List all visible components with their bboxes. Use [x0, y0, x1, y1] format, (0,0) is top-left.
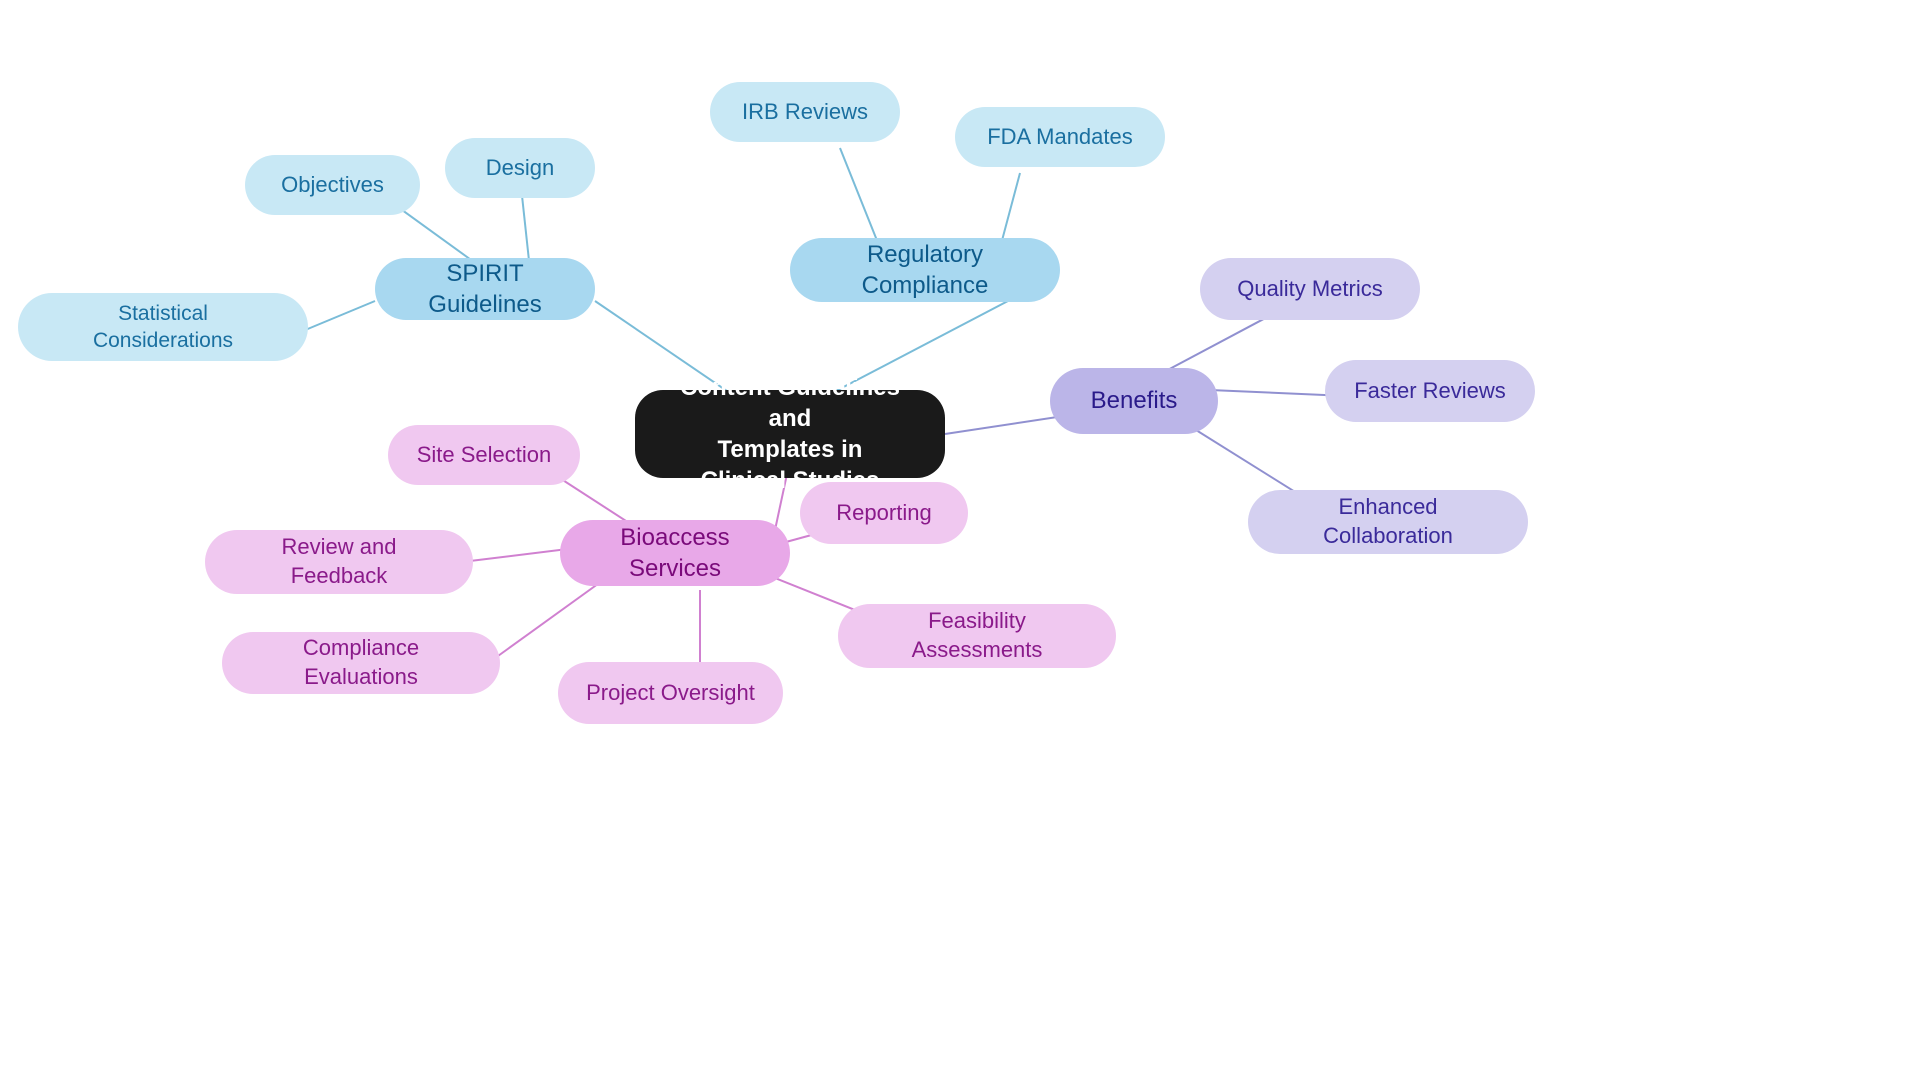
fda-mandates-label: FDA Mandates: [987, 123, 1133, 152]
center-node[interactable]: Content Guidelines and Templates in Clin…: [635, 390, 945, 478]
compliance-evaluations-node[interactable]: Compliance Evaluations: [222, 632, 500, 694]
objectives-label: Objectives: [281, 171, 384, 200]
design-label: Design: [486, 154, 554, 183]
enhanced-collaboration-node[interactable]: Enhanced Collaboration: [1248, 490, 1528, 554]
quality-metrics-label: Quality Metrics: [1237, 275, 1382, 304]
regulatory-compliance-label: Regulatory Compliance: [818, 239, 1032, 301]
review-and-feedback-label: Review and Feedback: [233, 533, 445, 590]
objectives-node[interactable]: Objectives: [245, 155, 420, 215]
benefits-label: Benefits: [1091, 385, 1178, 416]
statistical-considerations-label: Statistical Considerations: [46, 300, 280, 355]
site-selection-label: Site Selection: [417, 441, 552, 470]
spirit-guidelines-node[interactable]: SPIRIT Guidelines: [375, 258, 595, 320]
feasibility-assessments-node[interactable]: Feasibility Assessments: [838, 604, 1116, 668]
center-label: Content Guidelines and Templates in Clin…: [675, 372, 905, 497]
review-and-feedback-node[interactable]: Review and Feedback: [205, 530, 473, 594]
enhanced-collaboration-label: Enhanced Collaboration: [1276, 493, 1500, 550]
compliance-evaluations-label: Compliance Evaluations: [250, 634, 472, 691]
irb-reviews-node[interactable]: IRB Reviews: [710, 82, 900, 142]
feasibility-assessments-label: Feasibility Assessments: [866, 607, 1088, 664]
benefits-node[interactable]: Benefits: [1050, 368, 1218, 434]
irb-reviews-label: IRB Reviews: [742, 98, 868, 127]
bioaccess-services-node[interactable]: Bioaccess Services: [560, 520, 790, 586]
quality-metrics-node[interactable]: Quality Metrics: [1200, 258, 1420, 320]
regulatory-compliance-node[interactable]: Regulatory Compliance: [790, 238, 1060, 302]
project-oversight-node[interactable]: Project Oversight: [558, 662, 783, 724]
faster-reviews-label: Faster Reviews: [1354, 377, 1506, 406]
bioaccess-services-label: Bioaccess Services: [588, 522, 762, 584]
site-selection-node[interactable]: Site Selection: [388, 425, 580, 485]
design-node[interactable]: Design: [445, 138, 595, 198]
project-oversight-label: Project Oversight: [586, 679, 755, 708]
reporting-node[interactable]: Reporting: [800, 482, 968, 544]
faster-reviews-node[interactable]: Faster Reviews: [1325, 360, 1535, 422]
spirit-guidelines-label: SPIRIT Guidelines: [403, 258, 567, 320]
reporting-label: Reporting: [836, 499, 931, 528]
statistical-considerations-node[interactable]: Statistical Considerations: [18, 293, 308, 361]
fda-mandates-node[interactable]: FDA Mandates: [955, 107, 1165, 167]
